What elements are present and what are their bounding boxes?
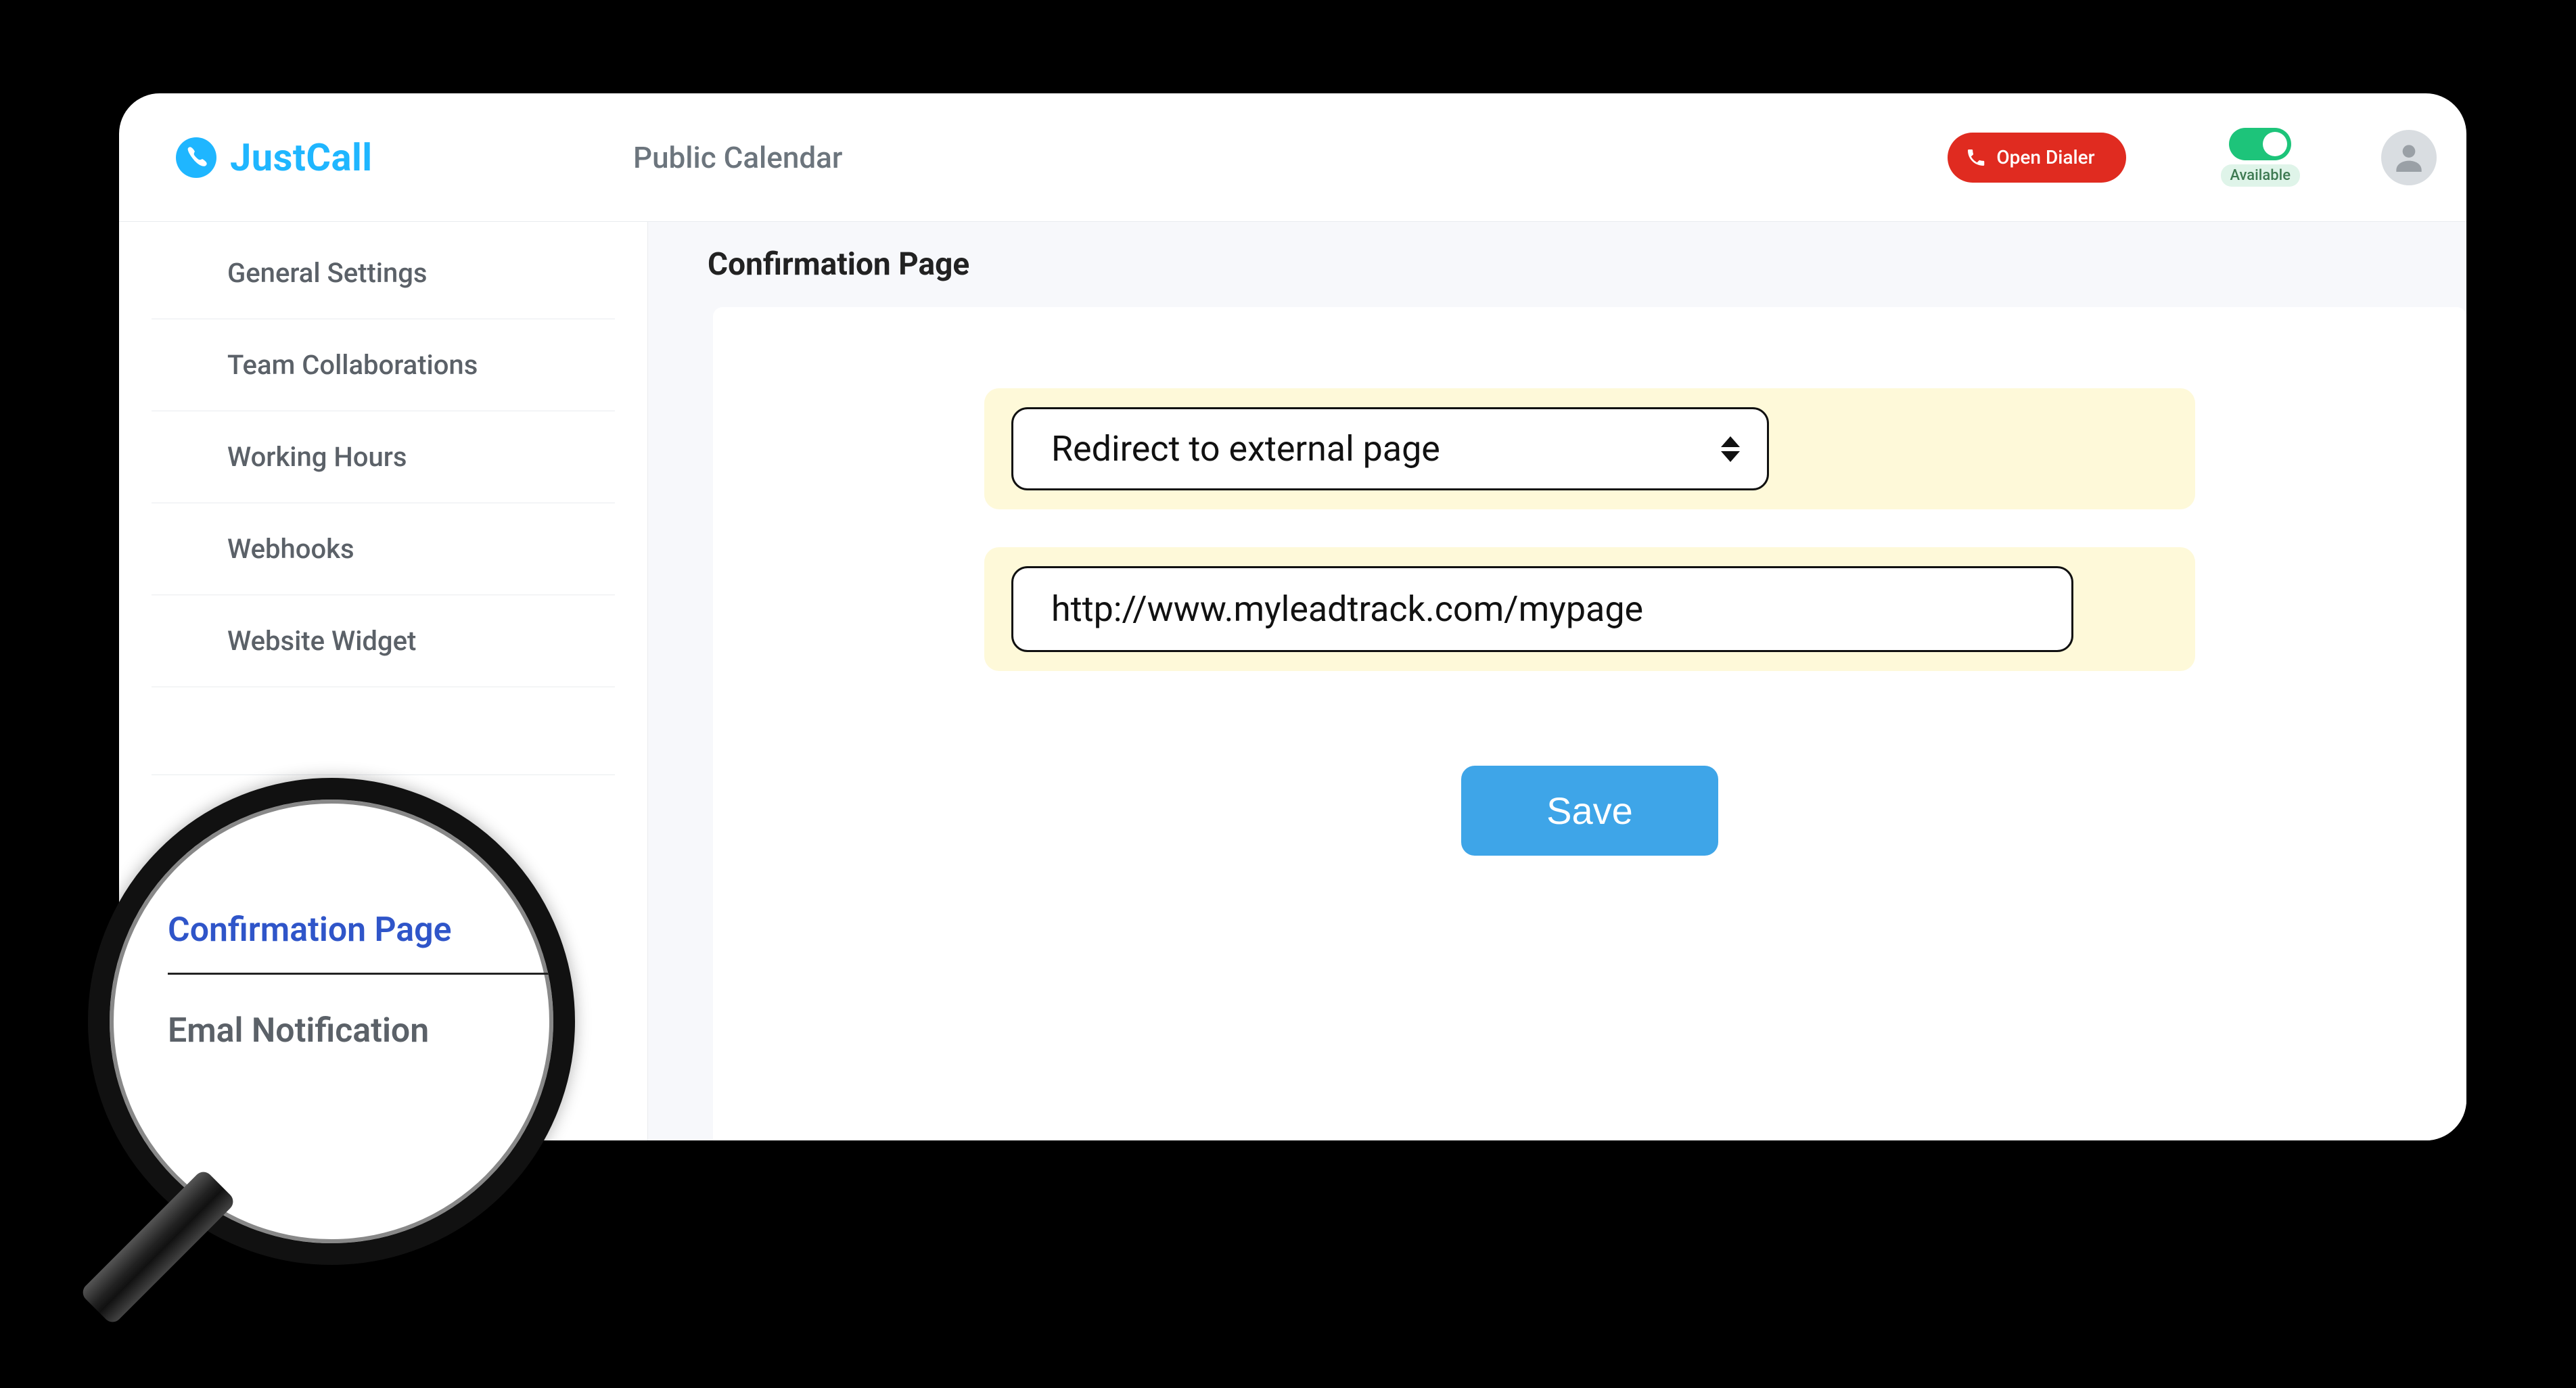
header-page-title: Public Calendar	[633, 140, 842, 175]
sidebar-item-team-collaborations[interactable]: Team Collaborations	[152, 319, 615, 411]
sidebar-item-website-widget[interactable]: Website Widget	[152, 595, 615, 687]
sidebar-item-working-hours[interactable]: Working Hours	[152, 411, 615, 503]
panel: Redirect to external page	[713, 307, 2466, 1140]
brand-name: JustCall	[230, 135, 373, 180]
open-dialer-label: Open Dialer	[1996, 146, 2094, 168]
main: Confirmation Page Redirect to external p…	[648, 222, 2466, 1140]
availability-toggle[interactable]	[2229, 128, 2291, 160]
brand-logo[interactable]: JustCall	[173, 135, 579, 181]
availability-badge: Available	[2221, 164, 2301, 187]
app-header: JustCall Public Calendar Open Dialer Ava…	[119, 93, 2466, 222]
save-button[interactable]: Save	[1461, 766, 1718, 856]
main-title: Confirmation Page	[648, 222, 2466, 307]
sidebar-item-webhooks[interactable]: Webhooks	[152, 503, 615, 595]
user-icon	[2390, 139, 2428, 177]
phone-icon	[1965, 147, 1987, 168]
select-highlight: Redirect to external page	[984, 388, 2195, 509]
availability: Available	[2221, 128, 2301, 187]
content: General Settings Team Collaborations Wor…	[119, 222, 2466, 1140]
phone-bubble-icon	[173, 135, 219, 181]
confirmation-action-select[interactable]: Redirect to external page	[1011, 407, 1769, 490]
url-highlight	[984, 547, 2195, 671]
magnifier-handle	[12, 1101, 299, 1388]
sidebar: General Settings Team Collaborations Wor…	[119, 222, 648, 1140]
sidebar-item-general-settings[interactable]: General Settings	[152, 227, 615, 319]
app-window: JustCall Public Calendar Open Dialer Ava…	[119, 93, 2466, 1140]
open-dialer-button[interactable]: Open Dialer	[1948, 133, 2125, 183]
select-caret-icon	[1721, 436, 1740, 462]
sidebar-item-blank	[152, 687, 615, 775]
select-value: Redirect to external page	[1051, 428, 1440, 469]
redirect-url-input[interactable]	[1011, 566, 2073, 652]
avatar[interactable]	[2381, 130, 2437, 185]
